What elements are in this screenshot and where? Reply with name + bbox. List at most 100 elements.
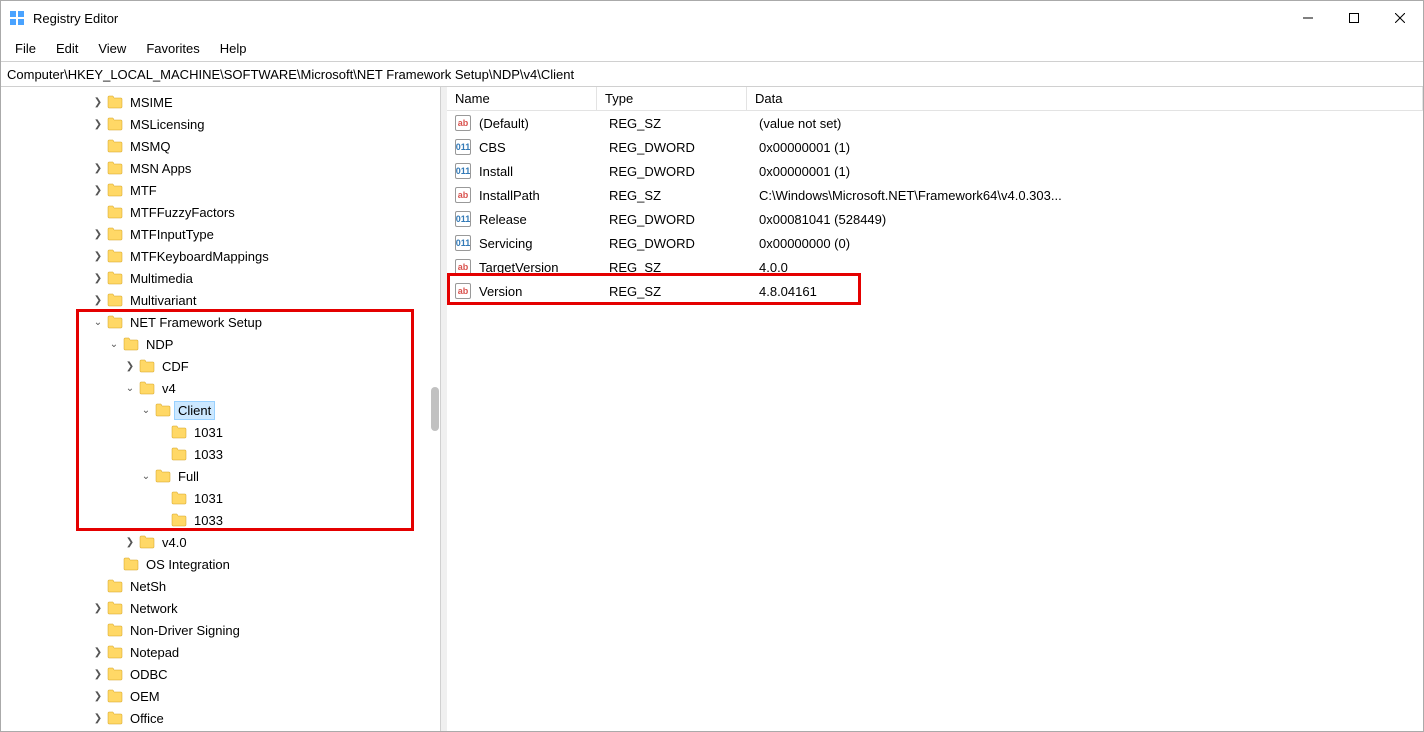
tree-item-label: 1031 (191, 424, 226, 441)
tree-item-1031[interactable]: 1031 (1, 421, 440, 443)
tree-item-multivariant[interactable]: ❯Multivariant (1, 289, 440, 311)
tree-item-os-integration[interactable]: OS Integration (1, 553, 440, 575)
tree-item-ndp[interactable]: ⌄NDP (1, 333, 440, 355)
tree-item-label: Multimedia (127, 270, 196, 287)
maximize-button[interactable] (1331, 1, 1377, 35)
value-name: Release (475, 212, 605, 227)
app-icon (9, 10, 25, 26)
tree-item-network[interactable]: ❯Network (1, 597, 440, 619)
tree-item-net-framework-setup[interactable]: ⌄NET Framework Setup (1, 311, 440, 333)
tree-item-1031[interactable]: 1031 (1, 487, 440, 509)
tree-item-label: OEM (127, 688, 163, 705)
tree-item-label: v4 (159, 380, 179, 397)
tree-item-v4[interactable]: ⌄ v4 (1, 377, 440, 399)
folder-icon (107, 315, 123, 329)
value-row-targetversion[interactable]: abTargetVersionREG_SZ4.0.0 (447, 255, 1423, 279)
menu-help[interactable]: Help (210, 37, 257, 60)
tree-item-notepad[interactable]: ❯Notepad (1, 641, 440, 663)
tree-item-label: MTFFuzzyFactors (127, 204, 238, 221)
tree-item-msn-apps[interactable]: ❯MSN Apps (1, 157, 440, 179)
collapse-icon[interactable]: ⌄ (139, 405, 153, 416)
tree-item-client[interactable]: ⌄Client (1, 399, 440, 421)
menu-favorites[interactable]: Favorites (136, 37, 209, 60)
expand-icon[interactable]: ❯ (91, 229, 105, 240)
tree-item-multimedia[interactable]: ❯ Multimedia (1, 267, 440, 289)
expand-icon[interactable]: ❯ (91, 163, 105, 174)
expand-icon[interactable]: ❯ (91, 691, 105, 702)
close-button[interactable] (1377, 1, 1423, 35)
values-list: ab(Default)REG_SZ(value not set)011CBSRE… (447, 111, 1423, 303)
tree-item-full[interactable]: ⌄Full (1, 465, 440, 487)
expand-icon[interactable]: ❯ (91, 603, 105, 614)
tree-item-label: MSMQ (127, 138, 173, 155)
value-name: Install (475, 164, 605, 179)
expand-icon[interactable]: ❯ (91, 97, 105, 108)
collapse-icon[interactable]: ⌄ (107, 339, 121, 350)
menu-file[interactable]: File (5, 37, 46, 60)
tree-item-mtfkeyboardmappings[interactable]: ❯MTFKeyboardMappings (1, 245, 440, 267)
tree-item-oem[interactable]: ❯ OEM (1, 685, 440, 707)
tree-item-mtfinputtype[interactable]: ❯MTFInputType (1, 223, 440, 245)
tree-item-mslicensing[interactable]: ❯MSLicensing (1, 113, 440, 135)
tree-item-1033[interactable]: 1033 (1, 509, 440, 531)
tree-item-non-driver-signing[interactable]: Non-Driver Signing (1, 619, 440, 641)
column-name[interactable]: Name (447, 87, 597, 110)
expand-icon[interactable]: ❯ (91, 185, 105, 196)
expand-icon[interactable]: ❯ (91, 251, 105, 262)
expand-icon[interactable]: ❯ (91, 713, 105, 724)
collapse-icon[interactable]: ⌄ (139, 471, 153, 482)
value-row-install[interactable]: 011InstallREG_DWORD0x00000001 (1) (447, 159, 1423, 183)
tree-item-label: OS Integration (143, 556, 233, 573)
tree-item-netsh[interactable]: NetSh (1, 575, 440, 597)
value-row--default-[interactable]: ab(Default)REG_SZ(value not set) (447, 111, 1423, 135)
folder-icon (107, 293, 123, 307)
folder-icon (107, 117, 123, 131)
tree-item-mtf[interactable]: ❯MTF (1, 179, 440, 201)
expand-icon[interactable]: ❯ (123, 361, 137, 372)
expand-icon[interactable]: ❯ (91, 295, 105, 306)
tree-item-v4-0[interactable]: ❯ v4.0 (1, 531, 440, 553)
address-bar[interactable]: Computer\HKEY_LOCAL_MACHINE\SOFTWARE\Mic… (1, 61, 1423, 87)
tree-item-1033[interactable]: 1033 (1, 443, 440, 465)
dword-icon: 011 (455, 163, 471, 179)
tree-item-msmq[interactable]: MSMQ (1, 135, 440, 157)
collapse-icon[interactable]: ⌄ (123, 383, 137, 394)
expand-icon[interactable]: ❯ (91, 273, 105, 284)
folder-icon (123, 557, 139, 571)
tree-item-label: CDF (159, 358, 192, 375)
value-type: REG_DWORD (605, 236, 755, 251)
tree-item-msime[interactable]: ❯MSIME (1, 91, 440, 113)
value-row-release[interactable]: 011ReleaseREG_DWORD0x00081041 (528449) (447, 207, 1423, 231)
column-type[interactable]: Type (597, 87, 747, 110)
tree-item-label: v4.0 (159, 534, 190, 551)
expand-icon[interactable]: ❯ (91, 119, 105, 130)
value-type: REG_SZ (605, 260, 755, 275)
folder-icon (107, 95, 123, 109)
dword-icon: 011 (455, 139, 471, 155)
folder-icon (171, 513, 187, 527)
menu-view[interactable]: View (88, 37, 136, 60)
tree-item-mtffuzzyfactors[interactable]: MTFFuzzyFactors (1, 201, 440, 223)
minimize-button[interactable] (1285, 1, 1331, 35)
tree-pane[interactable]: ❯MSIME❯MSLicensing MSMQ ❯MSN Apps❯MTF MTFFu… (1, 87, 441, 731)
scrollbar-thumb[interactable] (431, 387, 439, 431)
tree-item-odbc[interactable]: ❯ODBC (1, 663, 440, 685)
expand-icon[interactable]: ❯ (91, 647, 105, 658)
tree-item-cdf[interactable]: ❯ CDF (1, 355, 440, 377)
folder-icon (107, 205, 123, 219)
folder-icon (123, 337, 139, 351)
expand-icon[interactable]: ❯ (123, 537, 137, 548)
values-pane[interactable]: Name Type Data ab(Default)REG_SZ(value n… (447, 87, 1423, 731)
menubar: File Edit View Favorites Help (1, 35, 1423, 61)
menu-edit[interactable]: Edit (46, 37, 88, 60)
collapse-icon[interactable]: ⌄ (91, 317, 105, 328)
value-row-version[interactable]: abVersionREG_SZ4.8.04161 (447, 279, 1423, 303)
folder-icon (107, 249, 123, 263)
tree-item-office[interactable]: ❯Office (1, 707, 440, 729)
value-row-servicing[interactable]: 011ServicingREG_DWORD0x00000000 (0) (447, 231, 1423, 255)
expand-icon[interactable]: ❯ (91, 669, 105, 680)
value-row-cbs[interactable]: 011CBSREG_DWORD0x00000001 (1) (447, 135, 1423, 159)
value-row-installpath[interactable]: abInstallPathREG_SZC:\Windows\Microsoft.… (447, 183, 1423, 207)
column-data[interactable]: Data (747, 87, 1423, 110)
tree-item-label: 1033 (191, 512, 226, 529)
